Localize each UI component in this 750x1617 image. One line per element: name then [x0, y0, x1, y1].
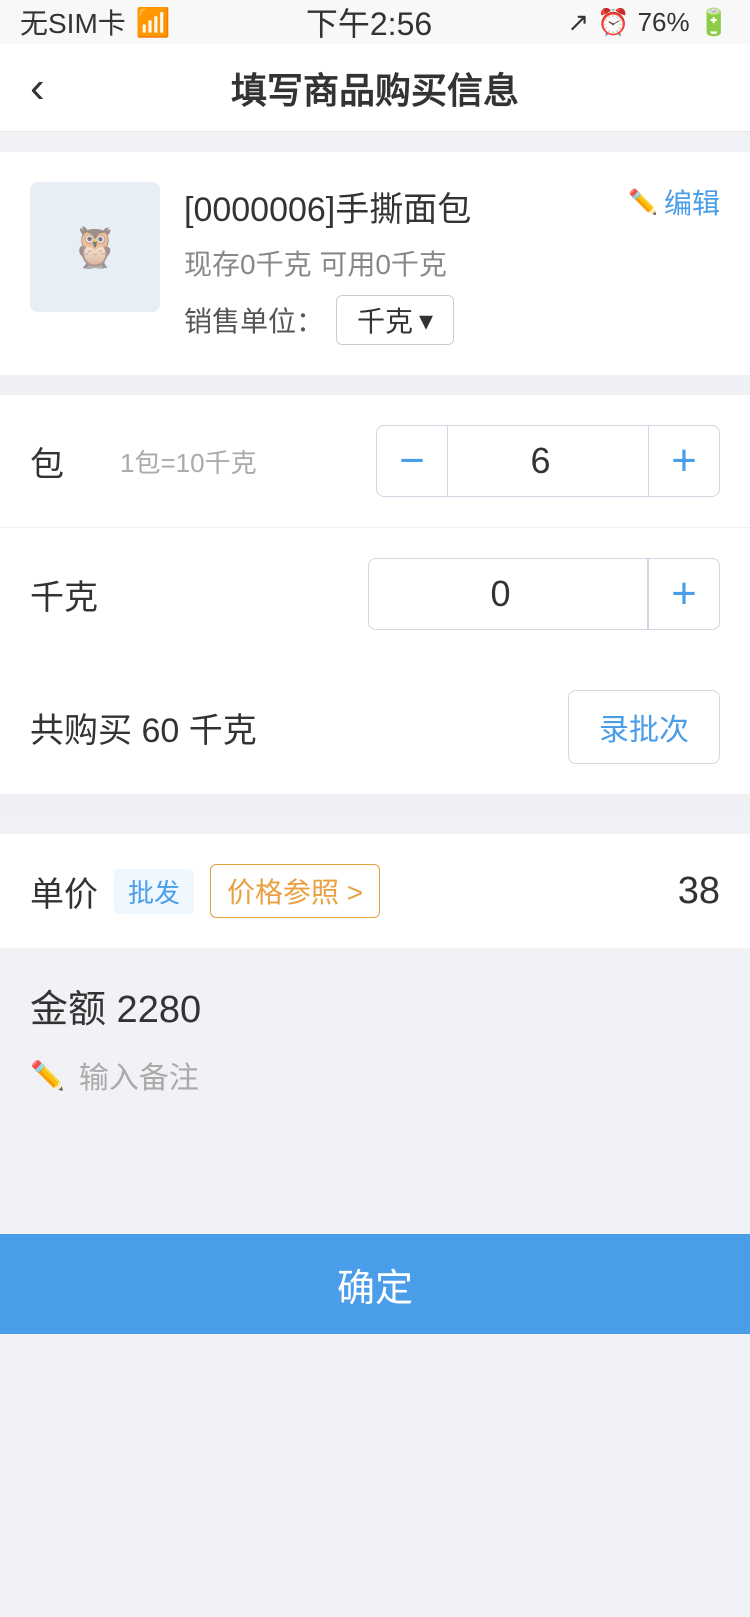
package-label: 包	[30, 437, 110, 486]
remark-text: 输入备注	[79, 1053, 199, 1097]
price-ref-button[interactable]: 价格参照 >	[210, 864, 380, 918]
amount-label: 金额 2280	[30, 978, 720, 1033]
alarm-icon: ⏰	[597, 7, 629, 38]
status-time: 下午2:56	[306, 0, 432, 45]
product-card: 🦉 [0000006]手撕面包 现存0千克 可用0千克 销售单位： 千克 ▾ ✏…	[0, 152, 750, 375]
remark-row[interactable]: ✏️ 输入备注	[30, 1053, 720, 1097]
battery-text: 76%	[638, 7, 690, 38]
carrier-text: 无SIM卡	[20, 2, 126, 42]
price-row: 单价 批发 价格参照 > 38	[30, 864, 720, 918]
edit-button[interactable]: ✏️ 编辑	[628, 182, 720, 222]
status-left: 无SIM卡 📶	[20, 2, 171, 42]
chevron-down-icon: ▾	[419, 304, 433, 337]
kg-label: 千克	[30, 570, 110, 619]
kg-plus-button[interactable]: +	[648, 558, 720, 630]
price-label: 单价	[30, 867, 98, 916]
package-controls: − +	[376, 425, 720, 497]
unit-select[interactable]: 千克 ▾	[336, 295, 454, 345]
total-text: 共购买 60 千克	[30, 703, 257, 752]
divider-2	[0, 794, 750, 814]
kg-controls: +	[368, 558, 720, 630]
confirm-button[interactable]: 确定	[337, 1257, 413, 1312]
package-hint: 1包=10千克	[120, 443, 376, 480]
confirm-bar[interactable]: 确定	[0, 1234, 750, 1334]
price-tag: 批发	[114, 869, 194, 914]
price-left: 单价 批发 价格参照 >	[30, 864, 380, 918]
edit-label: 编辑	[664, 182, 720, 222]
product-logo: 🦉	[70, 224, 120, 271]
product-unit-row: 销售单位： 千克 ▾	[184, 295, 720, 345]
nav-bar: ‹ 填写商品购买信息	[0, 44, 750, 132]
back-button[interactable]: ‹	[30, 66, 45, 110]
pencil-icon: ✏️	[30, 1059, 65, 1092]
wifi-icon: 📶	[136, 6, 171, 39]
price-value: 38	[678, 870, 720, 913]
kg-row: 千克 +	[0, 528, 750, 660]
package-row: 包 1包=10千克 − +	[0, 395, 750, 528]
kg-input[interactable]	[368, 558, 648, 630]
product-image: 🦉	[30, 182, 160, 312]
quantity-section: 包 1包=10千克 − + 千克 +	[0, 395, 750, 660]
batch-button[interactable]: 录批次	[568, 690, 720, 764]
page-title: 填写商品购买信息	[231, 62, 519, 114]
status-bar: 无SIM卡 📶 下午2:56 ↗ ⏰ 76% 🔋	[0, 0, 750, 44]
unit-label: 销售单位：	[184, 300, 324, 340]
battery-icon: 🔋	[698, 7, 730, 38]
edit-icon: ✏️	[628, 188, 658, 217]
status-right: ↗ ⏰ 76% 🔋	[567, 7, 730, 38]
price-section: 单价 批发 价格参照 > 38	[0, 834, 750, 948]
unit-value: 千克	[357, 300, 413, 340]
package-input[interactable]	[448, 425, 648, 497]
package-plus-button[interactable]: +	[648, 425, 720, 497]
package-minus-button[interactable]: −	[376, 425, 448, 497]
product-stock: 现存0千克 可用0千克	[184, 243, 720, 283]
amount-section: 金额 2280 ✏️ 输入备注	[0, 948, 750, 1117]
total-row: 共购买 60 千克 录批次	[0, 660, 750, 794]
location-icon: ↗	[567, 7, 589, 38]
divider-1	[0, 375, 750, 395]
